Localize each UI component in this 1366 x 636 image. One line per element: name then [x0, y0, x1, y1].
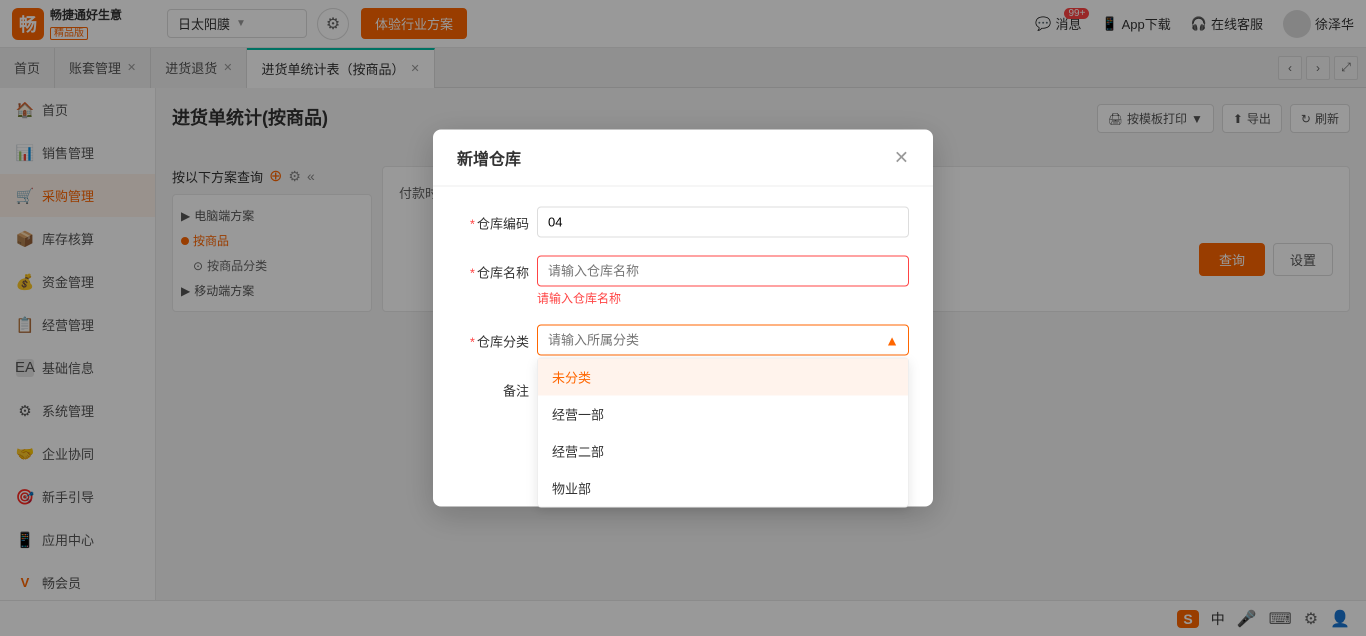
name-label: 仓库名称	[457, 256, 537, 282]
code-input-wrapper	[537, 207, 909, 238]
dropdown-item-3[interactable]: 物业部	[538, 470, 908, 507]
dropdown-item-1[interactable]: 经营一部	[538, 396, 908, 433]
note-label: 备注	[457, 374, 537, 400]
chevron-up-icon[interactable]: ▲	[885, 332, 899, 348]
modal-body: 仓库编码 仓库名称 请输入仓库名称 仓库分类 ▲ 未分类 经营一部	[433, 187, 933, 443]
category-field: 仓库分类 ▲ 未分类 经营一部 经营二部 物业部	[457, 325, 909, 356]
modal-title: 新增仓库	[457, 146, 521, 170]
add-warehouse-modal: 新增仓库 ✕ 仓库编码 仓库名称 请输入仓库名称 仓库分类 ▲	[433, 130, 933, 507]
category-input[interactable]	[537, 325, 909, 356]
name-input[interactable]	[537, 256, 909, 287]
name-field: 仓库名称 请输入仓库名称	[457, 256, 909, 307]
modal-close-icon[interactable]: ✕	[894, 149, 909, 167]
category-label: 仓库分类	[457, 325, 537, 351]
dropdown-item-0[interactable]: 未分类	[538, 359, 908, 396]
code-label: 仓库编码	[457, 207, 537, 233]
name-error-msg: 请输入仓库名称	[537, 290, 909, 307]
category-input-wrapper: ▲ 未分类 经营一部 经营二部 物业部	[537, 325, 909, 356]
category-dropdown: 未分类 经营一部 经营二部 物业部	[537, 358, 909, 508]
code-field: 仓库编码	[457, 207, 909, 238]
dropdown-item-2[interactable]: 经营二部	[538, 433, 908, 470]
code-input[interactable]	[537, 207, 909, 238]
name-input-wrapper: 请输入仓库名称	[537, 256, 909, 307]
modal-header: 新增仓库 ✕	[433, 130, 933, 187]
